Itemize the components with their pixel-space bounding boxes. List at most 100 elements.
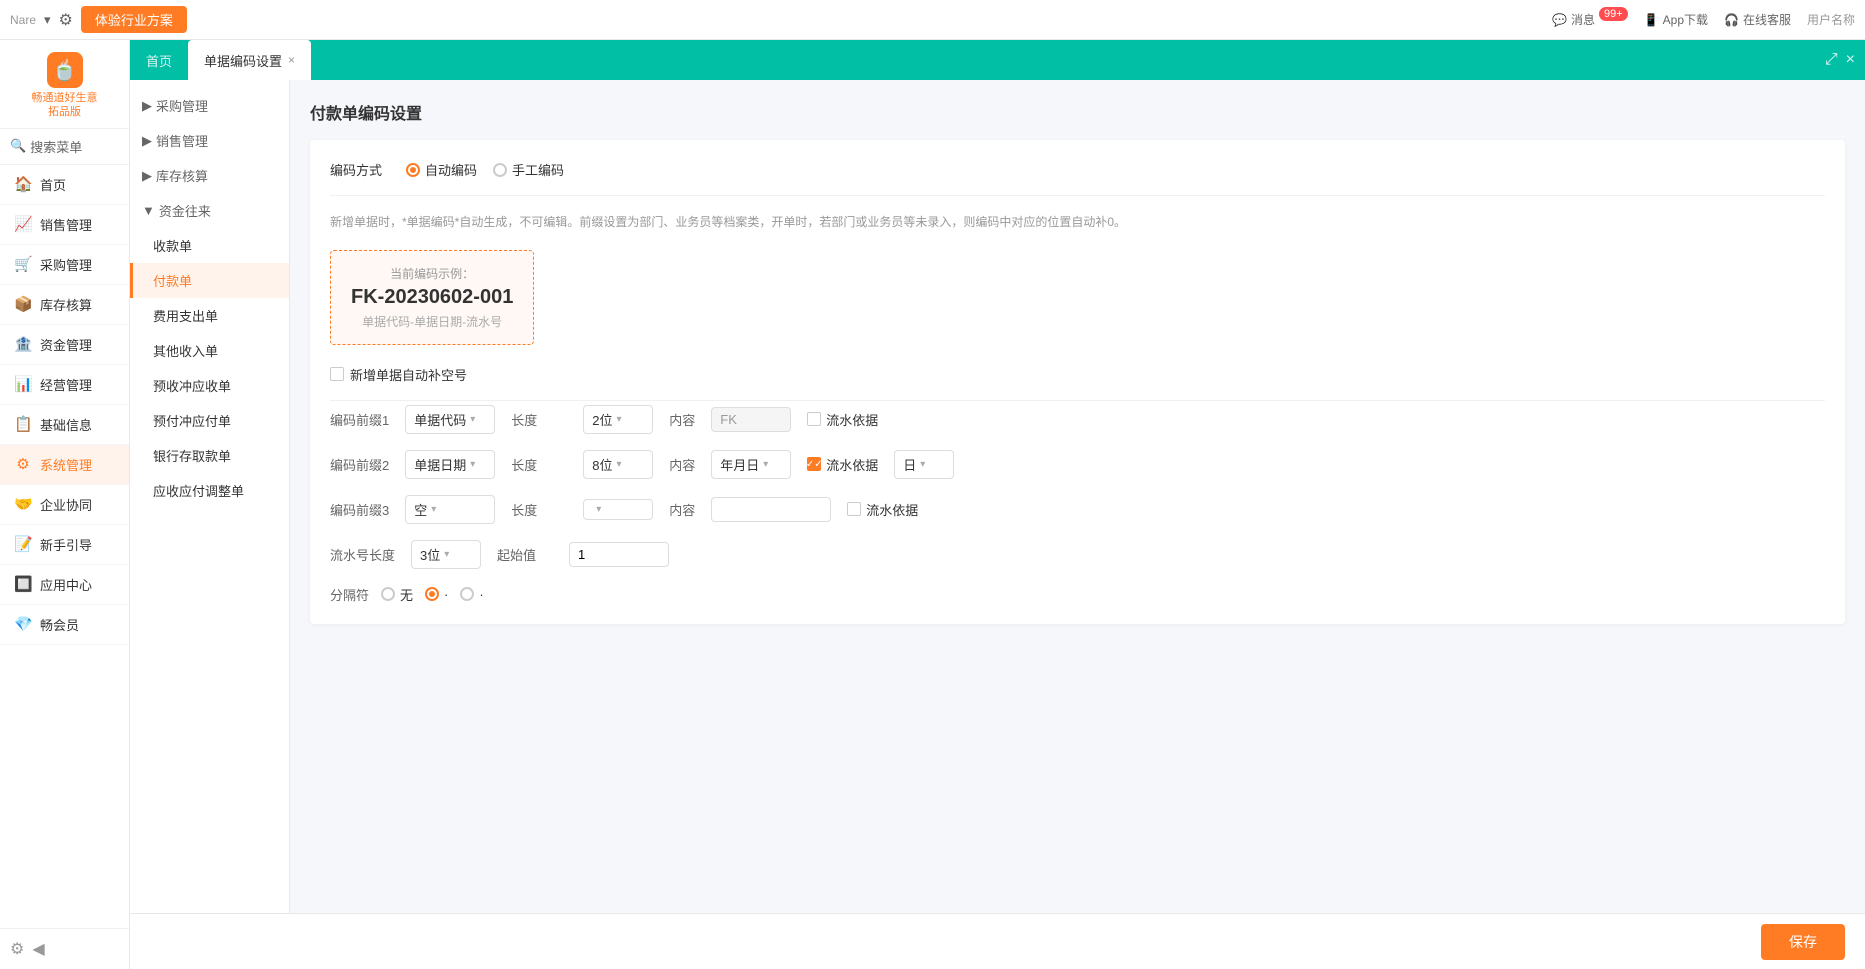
search-label: 搜索菜单 [30, 137, 82, 156]
prefix2-select[interactable]: 单据日期 ▾ [405, 450, 495, 479]
sep-none-circle [381, 587, 395, 601]
length3-select[interactable]: ▾ [583, 499, 653, 520]
sidebar-label-member: 畅会员 [40, 615, 79, 634]
content1-input [711, 407, 791, 432]
sub-item-payment[interactable]: 付款单 [130, 263, 289, 298]
sidebar-item-member[interactable]: 💎 畅会员 [0, 605, 129, 645]
stream1-group: 流水依据 [807, 410, 878, 429]
auto-fill-row: 新增单据自动补空号 [330, 365, 1825, 384]
example-label: 当前编码示例： [351, 265, 513, 282]
prefix3-row: 编码前缀3 空 ▾ 长度 ▾ 内容 [330, 495, 1825, 524]
start-value-input[interactable] [569, 542, 669, 567]
auto-fill-checkbox[interactable] [330, 367, 344, 381]
prefix1-value: 单据代码 [414, 410, 466, 429]
sub-header-inventory[interactable]: ▶ 库存核算 [130, 158, 289, 193]
prefix1-select[interactable]: 单据代码 ▾ [405, 405, 495, 434]
serial-length-value: 3位 [420, 545, 440, 564]
trial-button[interactable]: 体验行业方案 [81, 6, 187, 33]
content2-select[interactable]: 年月日 ▾ [711, 450, 791, 479]
coding-method-label: 编码方式 [330, 160, 382, 179]
sidebar-search[interactable]: 🔍 搜索菜单 [0, 129, 129, 165]
sidebar-item-app[interactable]: 🔲 应用中心 [0, 565, 129, 605]
coding-method-row: 编码方式 自动编码 手工编码 [330, 160, 1825, 196]
sidebar-item-enterprise[interactable]: 🤝 企业协同 [0, 485, 129, 525]
stream3-checkbox[interactable] [847, 502, 861, 516]
sub-label-purchase: 采购管理 [156, 96, 208, 115]
inventory-icon: 📦 [14, 295, 32, 313]
app-center-icon: 🔲 [14, 575, 32, 593]
service-group[interactable]: 🎧 在线客服 [1724, 11, 1791, 28]
sidebar-item-guide[interactable]: 📝 新手引导 [0, 525, 129, 565]
radio-manual-circle [493, 163, 507, 177]
prefix3-select[interactable]: 空 ▾ [405, 495, 495, 524]
prefix3-value: 空 [414, 500, 427, 519]
sep-radio-none[interactable]: 无 [381, 585, 413, 604]
radio-auto[interactable]: 自动编码 [406, 160, 477, 179]
sub-header-sales[interactable]: ▶ 销售管理 [130, 123, 289, 158]
tab-close-all-icon[interactable]: × [1846, 51, 1855, 69]
collapse-icon[interactable]: ◀ [32, 939, 44, 959]
length2-arrow-icon: ▾ [616, 459, 621, 470]
sidebar-item-operation[interactable]: 📊 经营管理 [0, 365, 129, 405]
user-name[interactable]: 用户名称 [1807, 11, 1855, 28]
sub-item-receipt[interactable]: 收款单 [130, 228, 289, 263]
stream2-checkbox[interactable]: ✓ [807, 457, 821, 471]
content3-input[interactable] [711, 497, 831, 522]
tab-close-icon[interactable]: × [288, 53, 295, 67]
sep-custom-circle [460, 587, 474, 601]
search-icon: 🔍 [10, 138, 26, 154]
radio-manual[interactable]: 手工编码 [493, 160, 564, 179]
sidebar-item-finance[interactable]: 🏦 资金管理 [0, 325, 129, 365]
sep-radio-dash[interactable]: · [425, 587, 448, 602]
length2-select[interactable]: 8位 ▾ [583, 450, 653, 479]
tab-expand-icon[interactable]: ⤢ [1825, 51, 1838, 69]
sidebar-item-system[interactable]: ⚙ 系统管理 [0, 445, 129, 485]
sidebar-item-sales[interactable]: 📈 销售管理 [0, 205, 129, 245]
app-download-group[interactable]: 📱 App下载 [1644, 11, 1708, 28]
company-name: Nare [10, 13, 36, 27]
sep-radio-custom[interactable]: · [460, 587, 483, 602]
stream1-label: 流水依据 [826, 410, 878, 429]
sidebar-label-base: 基础信息 [40, 415, 92, 434]
sidebar-label-system: 系统管理 [40, 455, 92, 474]
home-icon: 🏠 [14, 175, 32, 193]
tab-code-setting-label: 单据编码设置 [204, 51, 282, 70]
sub-item-other-income[interactable]: 其他收入单 [130, 333, 289, 368]
app-body: 🍵 畅通道好生意 拓品版 🔍 搜索菜单 🏠 首页 📈 销售管理 🛒 采购管理 📦… [0, 40, 1865, 969]
topbar-right: 💬 消息 99+ 📱 App下载 🎧 在线客服 用户名称 [1552, 11, 1855, 28]
app-label: App下载 [1663, 11, 1708, 28]
tab-home[interactable]: 首页 [130, 40, 188, 80]
tab-code-setting[interactable]: 单据编码设置 × [188, 40, 311, 80]
prefix1-row: 编码前缀1 单据代码 ▾ 长度 2位 ▾ 内容 [330, 405, 1825, 434]
stream2-unit-select[interactable]: 日 ▾ [894, 450, 954, 479]
sidebar-item-base[interactable]: 📋 基础信息 [0, 405, 129, 445]
content3-label: 内容 [669, 500, 695, 519]
sidebar-item-purchase[interactable]: 🛒 采购管理 [0, 245, 129, 285]
sidebar-item-inventory[interactable]: 📦 库存核算 [0, 285, 129, 325]
sidebar-item-home[interactable]: 🏠 首页 [0, 165, 129, 205]
logo-area: 🍵 畅通道好生意 拓品版 [0, 40, 129, 129]
length1-select[interactable]: 2位 ▾ [583, 405, 653, 434]
serial-length-select[interactable]: 3位 ▾ [411, 540, 481, 569]
sub-item-pre-receive[interactable]: 预收冲应收单 [130, 368, 289, 403]
gear-icon[interactable]: ⚙ [59, 10, 73, 30]
sub-header-finance[interactable]: ▼ 资金往来 [130, 193, 289, 228]
sidebar-label-guide: 新手引导 [40, 535, 92, 554]
sub-label-sales: 销售管理 [156, 131, 208, 150]
length1-arrow-icon: ▾ [616, 414, 621, 425]
stream2-group: ✓ 流水依据 [807, 455, 878, 474]
sidebar-label-purchase: 采购管理 [40, 255, 92, 274]
sub-item-expense[interactable]: 费用支出单 [130, 298, 289, 333]
stream1-checkbox[interactable] [807, 412, 821, 426]
settings-bottom-icon[interactable]: ⚙ [10, 939, 24, 959]
logo-icon: 🍵 [47, 52, 83, 88]
sub-group-finance: ▼ 资金往来 收款单 付款单 费用支出单 其他收入单 预收冲应收单 预付冲应付单… [130, 193, 289, 508]
sub-item-bank[interactable]: 银行存取款单 [130, 438, 289, 473]
content2-value: 年月日 [720, 455, 759, 474]
sub-header-purchase[interactable]: ▶ 采购管理 [130, 88, 289, 123]
save-button[interactable]: 保存 [1761, 924, 1845, 960]
sub-item-ar-ap-adjust[interactable]: 应收应付调整单 [130, 473, 289, 508]
message-group[interactable]: 💬 消息 99+ [1552, 11, 1628, 28]
sub-item-pre-pay[interactable]: 预付冲应付单 [130, 403, 289, 438]
topbar-dropdown[interactable]: ▾ [44, 12, 51, 28]
